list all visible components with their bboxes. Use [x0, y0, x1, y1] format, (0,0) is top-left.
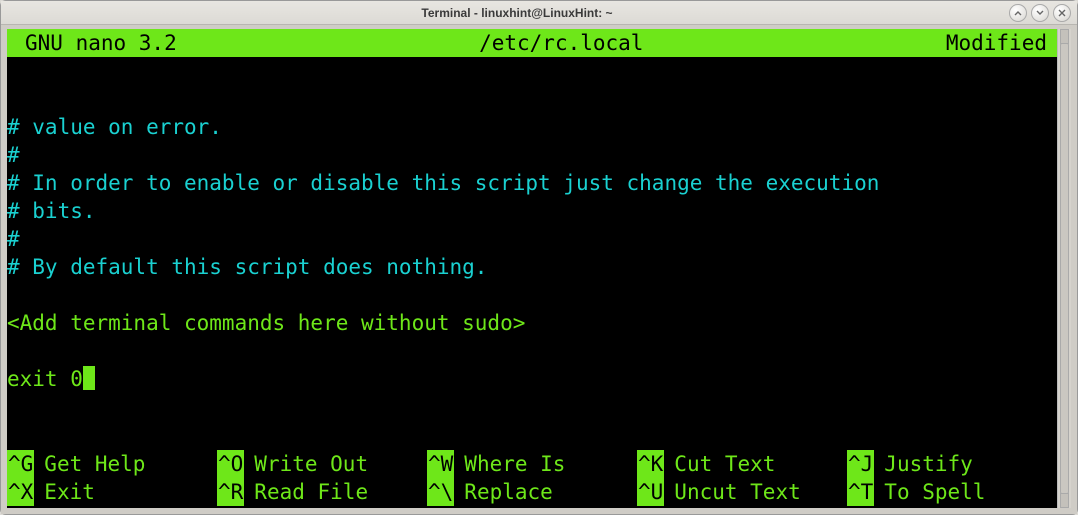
nano-app-name: GNU nano 3.2	[11, 29, 177, 57]
help-write-out[interactable]: ^OWrite Out	[217, 450, 427, 478]
terminal[interactable]: GNU nano 3.2 /etc/rc.local Modified # va…	[7, 29, 1057, 508]
help-to-spell[interactable]: ^TTo Spell	[847, 478, 1057, 506]
editor-content[interactable]: # value on error. # # In order to enable…	[7, 57, 1057, 450]
scrollbar-thumb[interactable]	[1060, 43, 1069, 494]
help-justify[interactable]: ^JJustify	[847, 450, 1057, 478]
vertical-scrollbar[interactable]	[1057, 29, 1071, 508]
nano-help-bar: ^GGet Help ^OWrite Out ^WWhere Is ^KCut …	[7, 450, 1057, 506]
minimize-button[interactable]	[1009, 4, 1027, 22]
help-cut-text[interactable]: ^KCut Text	[637, 450, 847, 478]
close-button[interactable]	[1053, 4, 1071, 22]
window-title: Terminal - linuxhint@LinuxHint: ~	[25, 6, 1009, 20]
comment-line: # bits.	[7, 199, 96, 223]
comment-line: # By default this script does nothing.	[7, 255, 487, 279]
help-replace[interactable]: ^\Replace	[427, 478, 637, 506]
help-exit[interactable]: ^XExit	[7, 478, 217, 506]
help-where-is[interactable]: ^WWhere Is	[427, 450, 637, 478]
window-titlebar: Terminal - linuxhint@LinuxHint: ~	[1, 1, 1077, 25]
help-row: ^XExit ^RRead File ^\Replace ^UUncut Tex…	[7, 478, 1057, 506]
comment-line: #	[7, 143, 20, 167]
terminal-area: GNU nano 3.2 /etc/rc.local Modified # va…	[1, 25, 1077, 514]
help-row: ^GGet Help ^OWrite Out ^WWhere Is ^KCut …	[7, 450, 1057, 478]
nano-file-path: /etc/rc.local	[177, 29, 946, 57]
comment-line: # In order to enable or disable this scr…	[7, 171, 879, 195]
help-read-file[interactable]: ^RRead File	[217, 478, 427, 506]
placeholder-line: <Add terminal commands here without sudo…	[7, 311, 525, 335]
help-uncut-text[interactable]: ^UUncut Text	[637, 478, 847, 506]
nano-header: GNU nano 3.2 /etc/rc.local Modified	[7, 29, 1057, 57]
comment-line: #	[7, 227, 20, 251]
exit-command: exit 0	[7, 367, 83, 391]
help-get-help[interactable]: ^GGet Help	[7, 450, 217, 478]
text-cursor	[83, 366, 95, 390]
comment-line: # value on error.	[7, 115, 222, 139]
nano-modified-flag: Modified	[946, 29, 1053, 57]
maximize-button[interactable]	[1031, 4, 1049, 22]
